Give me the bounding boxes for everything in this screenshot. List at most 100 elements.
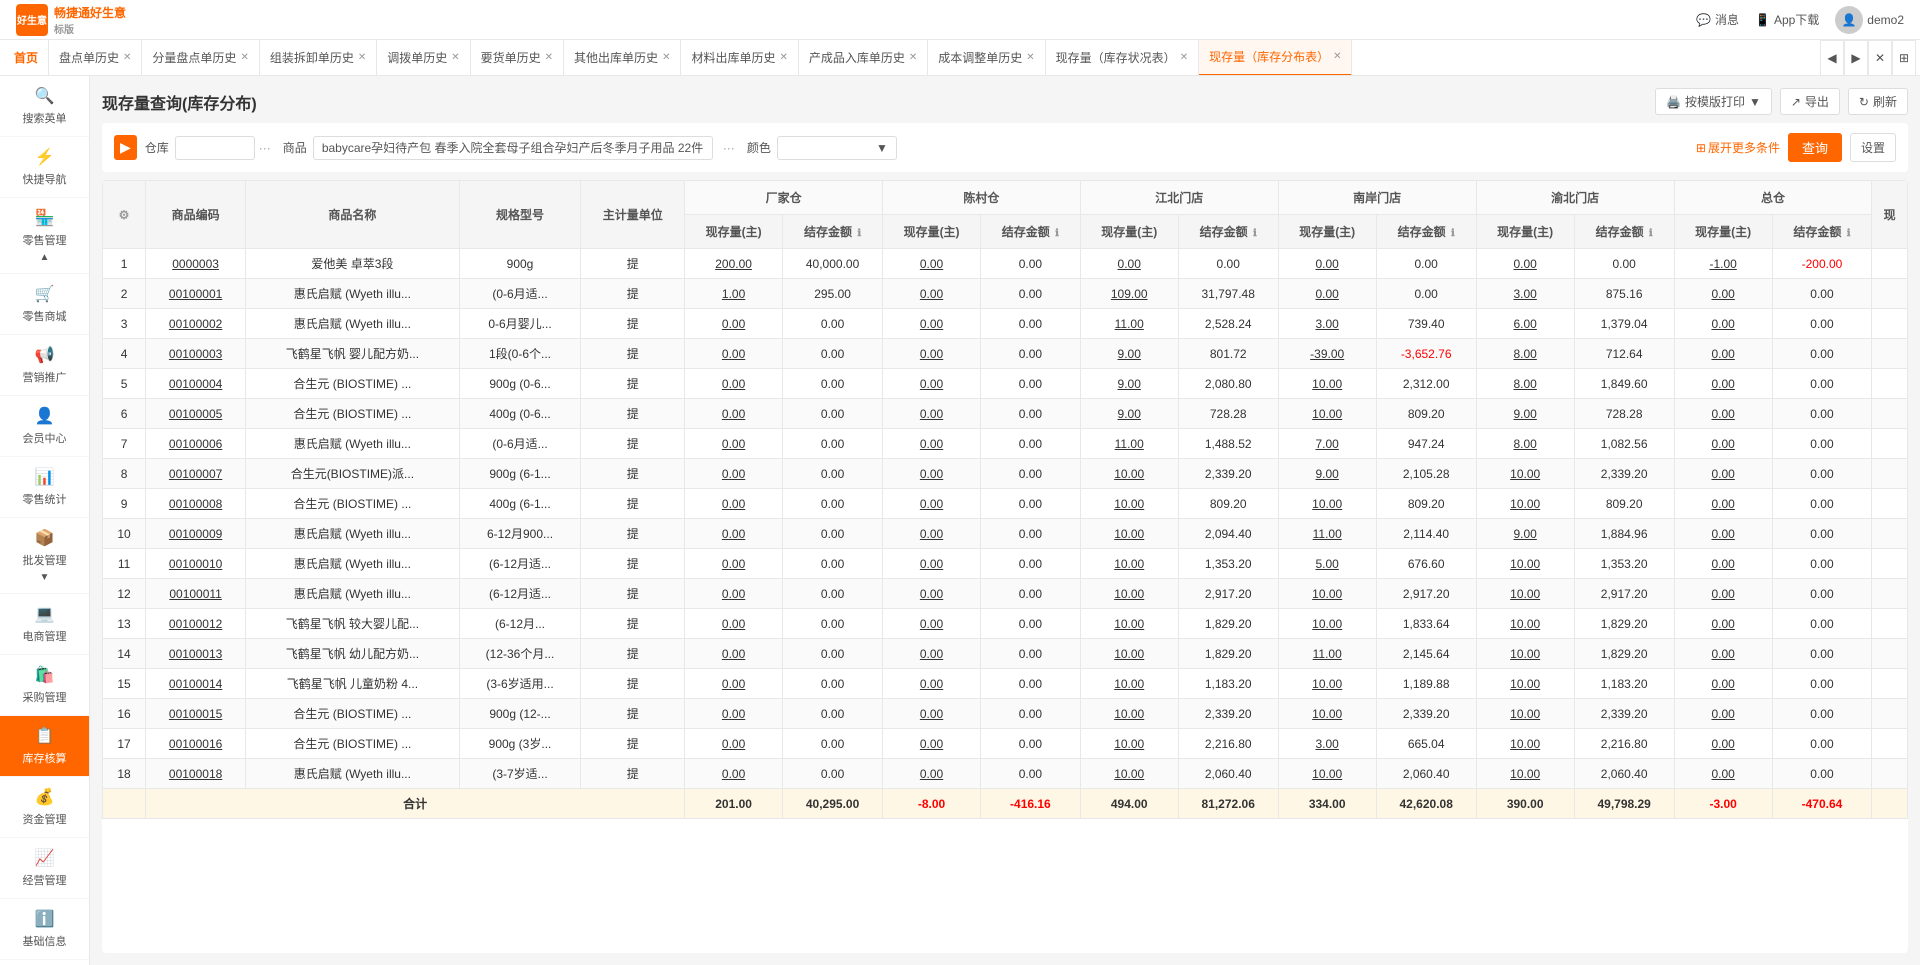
sidebar-item-finance[interactable]: 💰 资金管理 xyxy=(0,777,89,838)
close-tab-fenpandian[interactable]: ✕ xyxy=(240,52,248,63)
row-jiangbei-qty[interactable]: 109.00 xyxy=(1080,279,1178,309)
row-code[interactable]: 00100013 xyxy=(146,639,246,669)
row-total-qty[interactable]: 0.00 xyxy=(1674,429,1772,459)
row-jiangbei-qty[interactable]: 9.00 xyxy=(1080,399,1178,429)
row-jiangbei-qty[interactable]: 0.00 xyxy=(1080,249,1178,279)
tab-xiancun2[interactable]: 现存量（库存分布表） ✕ xyxy=(1199,40,1352,76)
user-avatar-area[interactable]: 👤 demo2 xyxy=(1835,6,1904,34)
row-jiangbei-qty[interactable]: 10.00 xyxy=(1080,489,1178,519)
row-code[interactable]: 00100004 xyxy=(146,369,246,399)
row-chen-qty[interactable]: 0.00 xyxy=(883,759,981,789)
row-yubei-qty[interactable]: 6.00 xyxy=(1476,309,1574,339)
warehouse-dots-btn[interactable]: ··· xyxy=(255,141,275,155)
row-factory-qty[interactable]: 0.00 xyxy=(685,519,783,549)
tab-tiaob[interactable]: 调拨单历史 ✕ xyxy=(377,40,470,76)
sidebar-item-wholesale[interactable]: 📦 批发管理 ▼ xyxy=(0,518,89,594)
row-yubei-qty[interactable]: 10.00 xyxy=(1476,759,1574,789)
app-download-btn[interactable]: 📱 App下载 xyxy=(1755,11,1819,28)
row-chen-qty[interactable]: 0.00 xyxy=(883,579,981,609)
row-nanan-qty[interactable]: -39.00 xyxy=(1278,339,1376,369)
close-tab-pandian[interactable]: ✕ xyxy=(123,52,131,63)
row-jiangbei-qty[interactable]: 10.00 xyxy=(1080,549,1178,579)
close-tab-chengben[interactable]: ✕ xyxy=(1026,52,1034,63)
row-jiangbei-qty[interactable]: 10.00 xyxy=(1080,609,1178,639)
row-nanan-qty[interactable]: 9.00 xyxy=(1278,459,1376,489)
info-icon4[interactable]: ℹ xyxy=(1451,228,1455,239)
row-total-qty[interactable]: 0.00 xyxy=(1674,759,1772,789)
row-factory-qty[interactable]: 0.00 xyxy=(685,549,783,579)
row-total-qty[interactable]: 0.00 xyxy=(1674,579,1772,609)
row-code[interactable]: 00100012 xyxy=(146,609,246,639)
tab-fenpandian[interactable]: 分量盘点单历史 ✕ xyxy=(142,40,259,76)
row-factory-qty[interactable]: 0.00 xyxy=(685,369,783,399)
close-tab-qitachu[interactable]: ✕ xyxy=(662,52,670,63)
sidebar-item-search[interactable]: 🔍 搜索英单 xyxy=(0,76,89,137)
row-chen-qty[interactable]: 0.00 xyxy=(883,729,981,759)
row-factory-qty[interactable]: 0.00 xyxy=(685,609,783,639)
row-code[interactable]: 00100003 xyxy=(146,339,246,369)
close-tab-cailiaochu[interactable]: ✕ xyxy=(779,52,787,63)
row-jiangbei-qty[interactable]: 10.00 xyxy=(1080,519,1178,549)
row-nanan-qty[interactable]: 10.00 xyxy=(1278,669,1376,699)
row-jiangbei-qty[interactable]: 10.00 xyxy=(1080,699,1178,729)
row-jiangbei-qty[interactable]: 10.00 xyxy=(1080,759,1178,789)
row-yubei-qty[interactable]: 8.00 xyxy=(1476,339,1574,369)
tab-chengpin[interactable]: 产成品入库单历史 ✕ xyxy=(799,40,928,76)
row-factory-qty[interactable]: 0.00 xyxy=(685,489,783,519)
close-tab-xiancun2[interactable]: ✕ xyxy=(1333,51,1341,62)
row-nanan-qty[interactable]: 10.00 xyxy=(1278,399,1376,429)
close-tab-zuhe[interactable]: ✕ xyxy=(358,52,366,63)
row-code[interactable]: 00100008 xyxy=(146,489,246,519)
refresh-btn[interactable]: ↻ 刷新 xyxy=(1848,88,1908,115)
row-jiangbei-qty[interactable]: 9.00 xyxy=(1080,369,1178,399)
row-chen-qty[interactable]: 0.00 xyxy=(883,369,981,399)
row-yubei-qty[interactable]: 10.00 xyxy=(1476,639,1574,669)
row-code[interactable]: 00100005 xyxy=(146,399,246,429)
color-selector[interactable]: ▼ xyxy=(777,136,897,160)
tab-home[interactable]: 首页 xyxy=(4,40,49,76)
row-code[interactable]: 00100011 xyxy=(146,579,246,609)
row-nanan-qty[interactable]: 0.00 xyxy=(1278,279,1376,309)
row-code[interactable]: 00100001 xyxy=(146,279,246,309)
info-icon6[interactable]: ℹ xyxy=(1847,228,1851,239)
row-factory-qty[interactable]: 0.00 xyxy=(685,579,783,609)
product-input[interactable] xyxy=(313,136,713,160)
tab-cailiaochu[interactable]: 材料出库单历史 ✕ xyxy=(681,40,798,76)
sidebar-item-retail-mgmt[interactable]: 🏪 零售管理 ▲ xyxy=(0,198,89,274)
row-factory-qty[interactable]: 1.00 xyxy=(685,279,783,309)
row-factory-qty[interactable]: 0.00 xyxy=(685,459,783,489)
row-yubei-qty[interactable]: 0.00 xyxy=(1476,249,1574,279)
close-tab-xiancun1[interactable]: ✕ xyxy=(1180,52,1188,63)
row-nanan-qty[interactable]: 11.00 xyxy=(1278,519,1376,549)
row-chen-qty[interactable]: 0.00 xyxy=(883,309,981,339)
row-code[interactable]: 00100016 xyxy=(146,729,246,759)
info-icon3[interactable]: ℹ xyxy=(1253,228,1257,239)
row-yubei-qty[interactable]: 9.00 xyxy=(1476,399,1574,429)
row-nanan-qty[interactable]: 10.00 xyxy=(1278,369,1376,399)
row-jiangbei-qty[interactable]: 10.00 xyxy=(1080,729,1178,759)
row-code[interactable]: 00100007 xyxy=(146,459,246,489)
row-jiangbei-qty[interactable]: 11.00 xyxy=(1080,309,1178,339)
sidebar-item-retail-shop[interactable]: 🛒 零售商城 xyxy=(0,274,89,335)
export-btn[interactable]: ↗ 导出 xyxy=(1780,88,1840,115)
tab-qitachu[interactable]: 其他出库单历史 ✕ xyxy=(564,40,681,76)
row-code[interactable]: 00100006 xyxy=(146,429,246,459)
row-code[interactable]: 00100018 xyxy=(146,759,246,789)
row-factory-qty[interactable]: 0.00 xyxy=(685,729,783,759)
row-yubei-qty[interactable]: 10.00 xyxy=(1476,579,1574,609)
nav-prev-btn[interactable]: ◀ xyxy=(1820,40,1844,76)
row-nanan-qty[interactable]: 10.00 xyxy=(1278,699,1376,729)
row-jiangbei-qty[interactable]: 10.00 xyxy=(1080,579,1178,609)
row-factory-qty[interactable]: 0.00 xyxy=(685,759,783,789)
row-factory-qty[interactable]: 0.00 xyxy=(685,639,783,669)
nav-close-btn[interactable]: ✕ xyxy=(1868,40,1892,76)
row-jiangbei-qty[interactable]: 10.00 xyxy=(1080,639,1178,669)
row-factory-qty[interactable]: 0.00 xyxy=(685,429,783,459)
row-nanan-qty[interactable]: 7.00 xyxy=(1278,429,1376,459)
sidebar-item-retail-stats[interactable]: 📊 零售统计 xyxy=(0,457,89,518)
sidebar-item-inventory[interactable]: 📋 库存核算 xyxy=(0,716,89,777)
settings-gear-icon[interactable]: ⚙ xyxy=(119,208,130,222)
info-icon5[interactable]: ℹ xyxy=(1649,228,1653,239)
row-total-qty[interactable]: 0.00 xyxy=(1674,369,1772,399)
row-yubei-qty[interactable]: 8.00 xyxy=(1476,429,1574,459)
